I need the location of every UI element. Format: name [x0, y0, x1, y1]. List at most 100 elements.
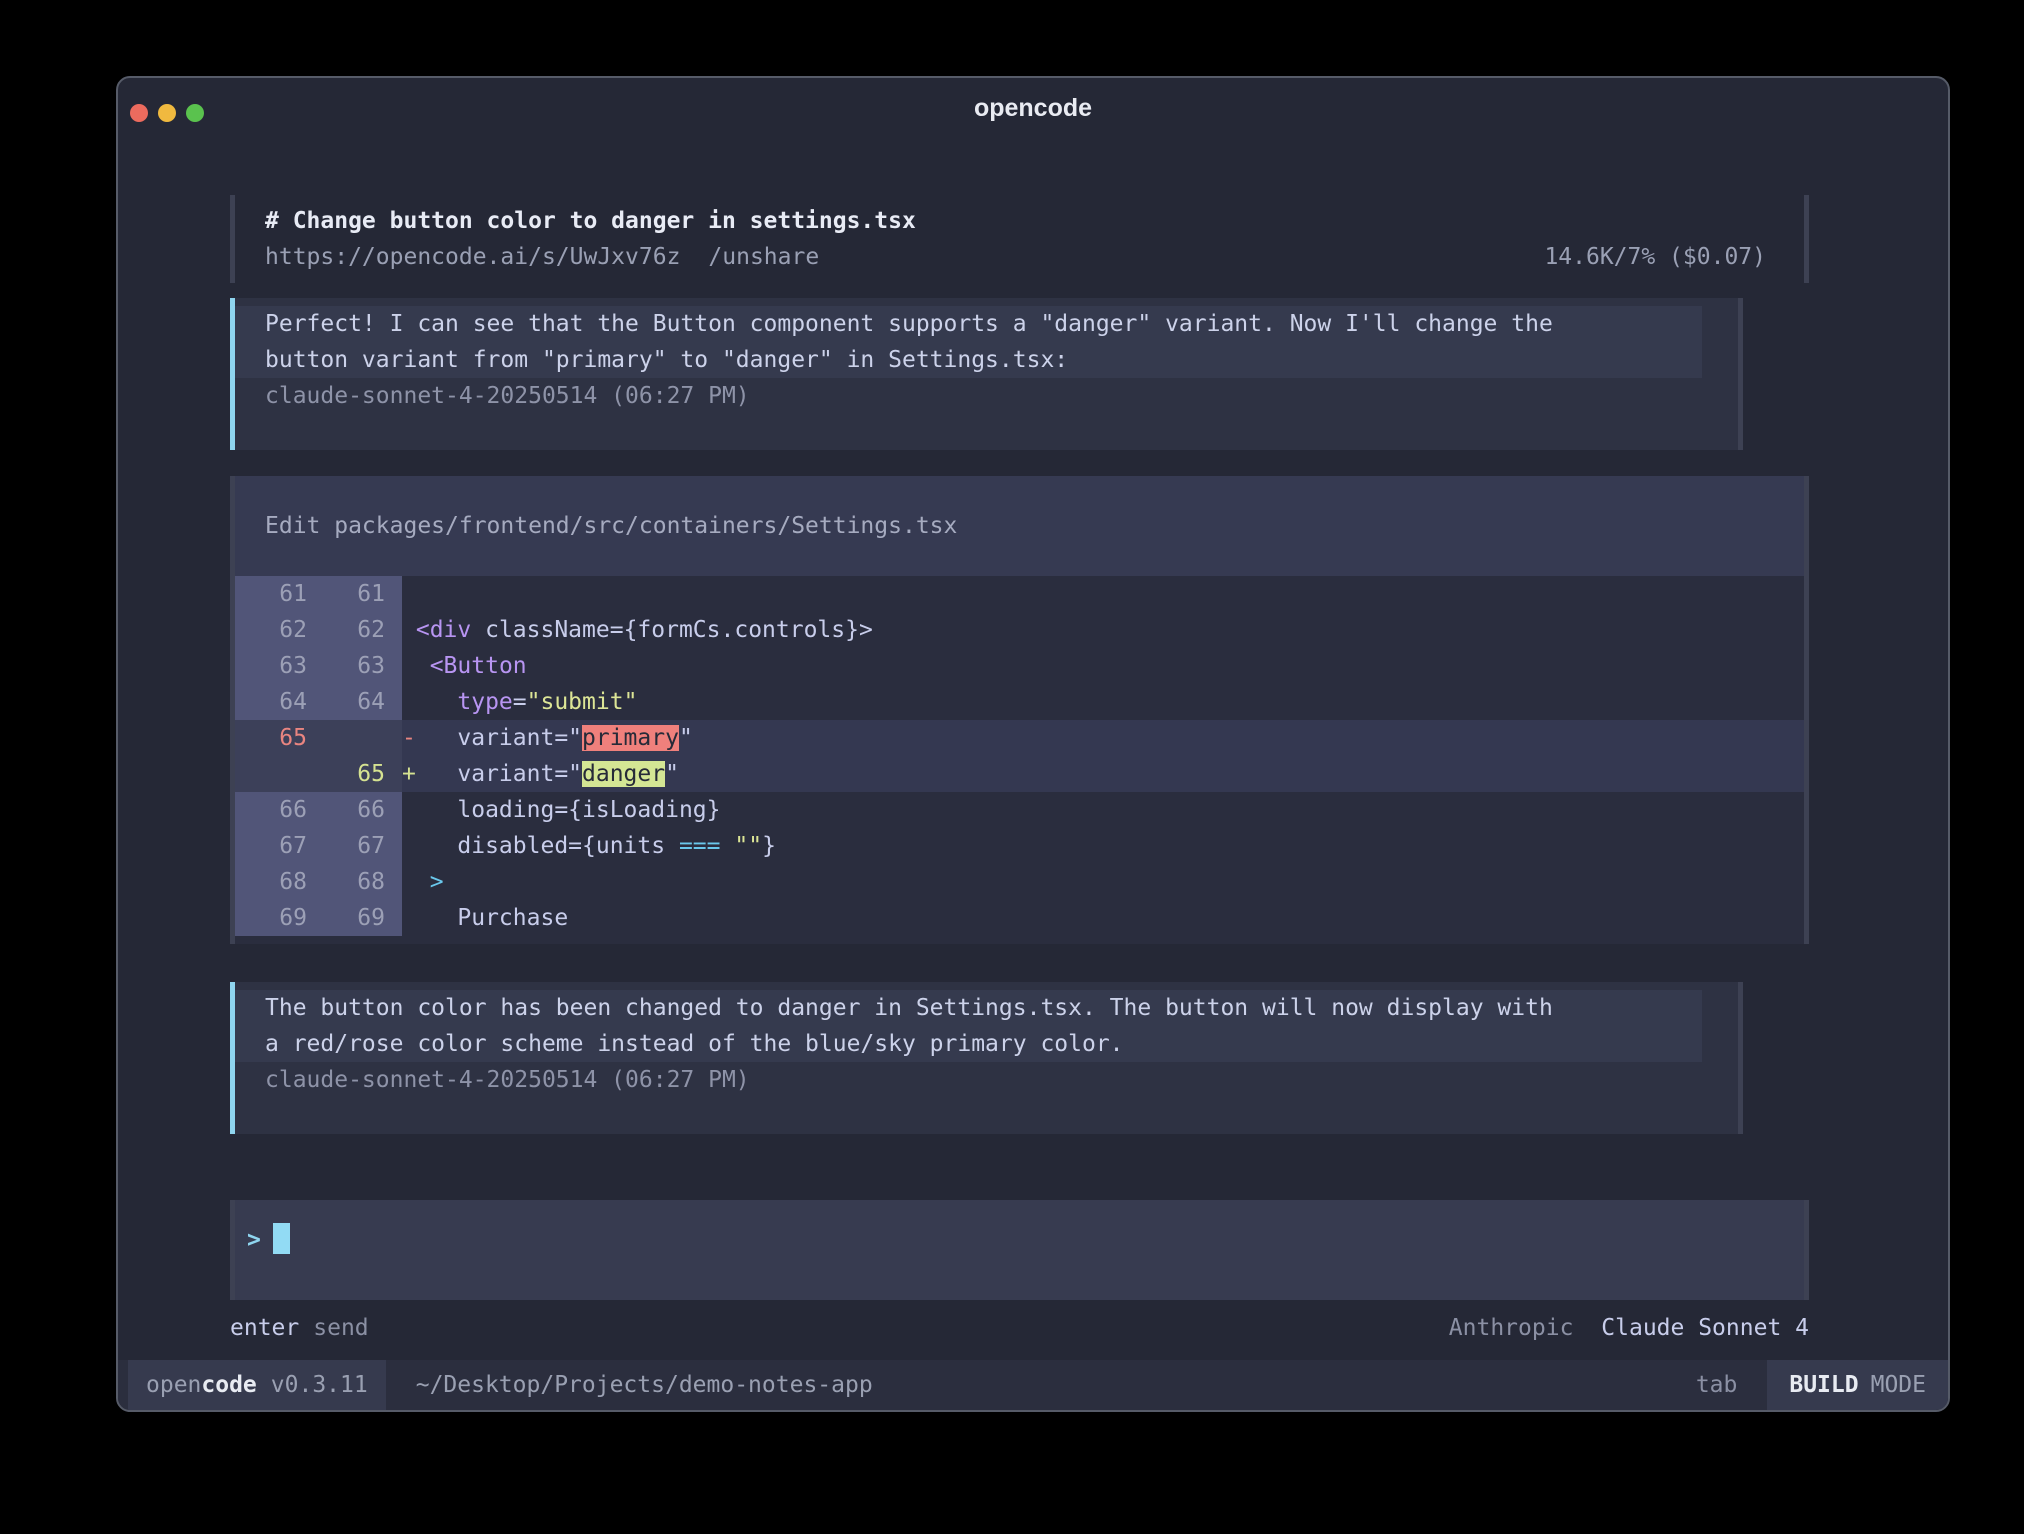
- line-number-gutter: 65: [235, 720, 402, 756]
- new-line-number: 62: [307, 612, 385, 648]
- diff-row: 65 - variant="primary": [235, 720, 1804, 756]
- diff-code-line: Purchase: [402, 900, 1804, 936]
- diff-code-line: + variant="danger": [402, 756, 1804, 792]
- code-segment-base: [402, 653, 430, 679]
- provider-label: Anthropic: [1449, 1315, 1574, 1341]
- code-segment-base: [402, 617, 416, 643]
- code-segment-str: "": [734, 833, 762, 859]
- code-segment-tag: <Button: [430, 653, 527, 679]
- edit-tool-panel: Edit packages/frontend/src/containers/Se…: [230, 476, 1809, 944]
- line-number-gutter: 65: [235, 756, 402, 792]
- line-number-gutter: 6464: [235, 684, 402, 720]
- old-line-number: 63: [235, 648, 307, 684]
- diff-code-line: <div className={formCs.controls}>: [402, 612, 1804, 648]
- message-text: Perfect! I can see that the Button compo…: [235, 306, 1702, 378]
- code-segment-base: =: [513, 689, 527, 715]
- new-line-number: 69: [307, 900, 385, 936]
- new-line-number: 64: [307, 684, 385, 720]
- code-segment-hl-add: danger: [582, 761, 665, 787]
- diff-row: 6868 >: [235, 864, 1804, 900]
- app-version-badge: opencode v0.3.11: [128, 1360, 386, 1410]
- diff-code-line: loading={isLoading}: [402, 792, 1804, 828]
- line-number-gutter: 6868: [235, 864, 402, 900]
- old-line-number: 69: [235, 900, 307, 936]
- message-model-meta: claude-sonnet-4-20250514 (06:27 PM): [235, 1062, 1738, 1098]
- text-cursor: [273, 1223, 290, 1254]
- status-bar: opencode v0.3.11 ~/Desktop/Projects/demo-…: [118, 1360, 1948, 1410]
- diff-row: 6666 loading={isLoading}: [235, 792, 1804, 828]
- code-segment-base: variant=": [457, 761, 582, 787]
- edit-tool-title: Edit packages/frontend/src/containers/Se…: [235, 476, 1804, 576]
- code-segment-tag: <div: [416, 617, 471, 643]
- code-segment-base: }: [762, 833, 776, 859]
- code-segment-hl-del: primary: [582, 725, 679, 751]
- diff-code-line: - variant="primary": [402, 720, 1804, 756]
- window-title: opencode: [118, 94, 1948, 123]
- line-number-gutter: 6262: [235, 612, 402, 648]
- code-segment-base: [402, 689, 457, 715]
- line-number-gutter: 6767: [235, 828, 402, 864]
- old-line-number: 66: [235, 792, 307, 828]
- opencode-window: opencode # Change button color to danger…: [116, 76, 1950, 1412]
- line-number-gutter: 6969: [235, 900, 402, 936]
- token-cost-stats: 14.6K/7% ($0.07): [1544, 239, 1766, 275]
- diff-row: 65+ variant="danger": [235, 756, 1804, 792]
- diff-row: 6161: [235, 576, 1804, 612]
- enter-key-hint: enter: [230, 1310, 299, 1346]
- diff-code-line: type="submit": [402, 684, 1804, 720]
- code-segment-base: className={formCs.controls}>: [471, 617, 873, 643]
- diff-rows: 61616262 <div className={formCs.controls…: [235, 576, 1804, 936]
- session-header: # Change button color to danger in setti…: [230, 195, 1809, 283]
- code-segment-base: loading={isLoading}: [402, 797, 721, 823]
- diff-code-line: <Button: [402, 648, 1804, 684]
- line-number-gutter: 6363: [235, 648, 402, 684]
- old-line-number: 61: [235, 576, 307, 612]
- code-segment-mdel: -: [402, 725, 457, 751]
- assistant-message: The button color has been changed to dan…: [230, 982, 1743, 1134]
- code-segment-base: variant=": [457, 725, 582, 751]
- diff-row: 6767 disabled={units === ""}: [235, 828, 1804, 864]
- title-bar: opencode: [118, 78, 1948, 140]
- code-segment-op: >: [430, 869, 444, 895]
- old-line-number: 65: [235, 720, 307, 756]
- working-directory: ~/Desktop/Projects/demo-notes-app: [416, 1360, 873, 1410]
- mode-badge[interactable]: BUILD MODE: [1767, 1360, 1948, 1410]
- code-segment-tag: type: [457, 689, 512, 715]
- prompt-input[interactable]: >: [230, 1200, 1809, 1300]
- diff-row: 6969 Purchase: [235, 900, 1804, 936]
- share-url[interactable]: https://opencode.ai/s/UwJxv76z: [265, 239, 680, 275]
- unshare-command: /unshare: [708, 239, 819, 275]
- message-model-meta: claude-sonnet-4-20250514 (06:27 PM): [235, 378, 1738, 414]
- mode-word: MODE: [1871, 1372, 1926, 1398]
- diff-code-line: disabled={units === ""}: [402, 828, 1804, 864]
- new-line-number: [307, 720, 385, 756]
- diff-row: 6464 type="submit": [235, 684, 1804, 720]
- code-segment-base: [721, 833, 735, 859]
- mode-name: BUILD: [1789, 1372, 1858, 1398]
- code-segment-base: disabled={units: [402, 833, 679, 859]
- diff-code-line: >: [402, 864, 1804, 900]
- send-action-label: send: [313, 1310, 368, 1346]
- code-segment-base: Purchase: [402, 905, 568, 931]
- new-line-number: 67: [307, 828, 385, 864]
- message-text: The button color has been changed to dan…: [235, 990, 1702, 1062]
- assistant-message: Perfect! I can see that the Button compo…: [230, 298, 1743, 450]
- diff-row: 6363 <Button: [235, 648, 1804, 684]
- new-line-number: 63: [307, 648, 385, 684]
- new-line-number: 68: [307, 864, 385, 900]
- diff-code-line: [402, 576, 1804, 612]
- new-line-number: 66: [307, 792, 385, 828]
- line-number-gutter: 6666: [235, 792, 402, 828]
- old-line-number: 68: [235, 864, 307, 900]
- app-name-code: code: [201, 1372, 256, 1398]
- code-segment-base: ": [665, 761, 679, 787]
- footer-hints: enter send Anthropic Claude Sonnet 4: [230, 1310, 1809, 1346]
- code-segment-madd: +: [402, 761, 457, 787]
- session-title: # Change button color to danger in setti…: [265, 203, 1766, 239]
- app-name-open: open: [146, 1372, 201, 1398]
- old-line-number: 62: [235, 612, 307, 648]
- line-number-gutter: 6161: [235, 576, 402, 612]
- old-line-number: 64: [235, 684, 307, 720]
- model-label: Claude Sonnet 4: [1601, 1315, 1809, 1341]
- app-version: v0.3.11: [271, 1372, 368, 1398]
